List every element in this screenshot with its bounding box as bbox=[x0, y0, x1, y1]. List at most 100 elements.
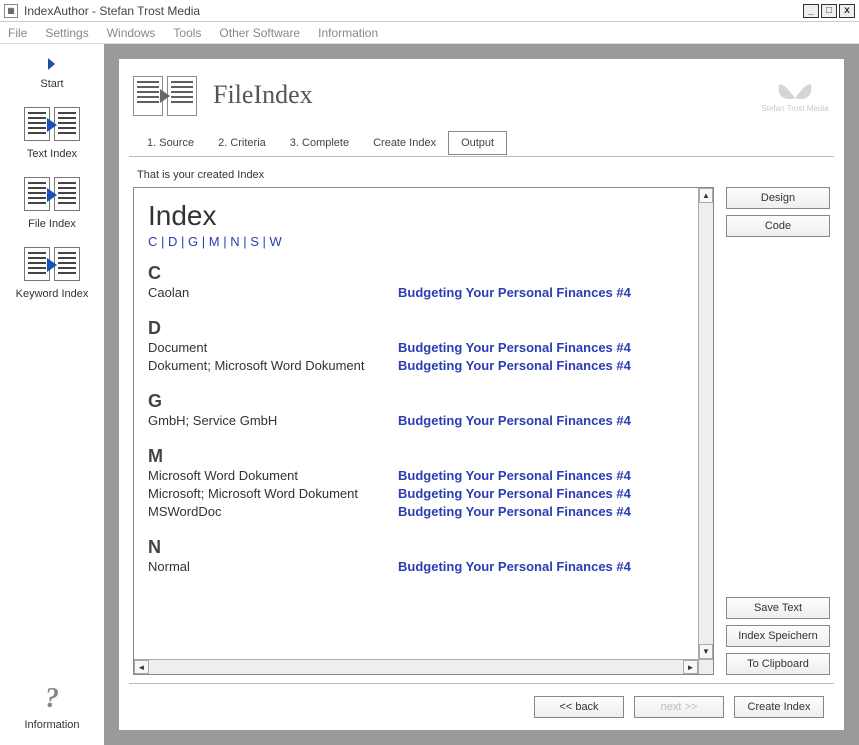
index-row: NormalBudgeting Your Personal Finances #… bbox=[148, 558, 699, 576]
menu-windows[interactable]: Windows bbox=[107, 26, 156, 40]
caption-text: That is your created Index bbox=[129, 157, 834, 187]
index-reference-link[interactable]: Budgeting Your Personal Finances #4 bbox=[398, 503, 699, 521]
tab-complete[interactable]: 3. Complete bbox=[278, 131, 361, 155]
brand-text: Stefan Trost Media bbox=[761, 104, 828, 113]
index-section: NNormalBudgeting Your Personal Finances … bbox=[148, 537, 699, 576]
tab-create-index[interactable]: Create Index bbox=[361, 131, 448, 155]
index-term: Dokument; Microsoft Word Dokument bbox=[148, 357, 398, 375]
index-section: DDocumentBudgeting Your Personal Finance… bbox=[148, 318, 699, 375]
documents-icon bbox=[24, 174, 80, 214]
app-icon: ▦ bbox=[4, 4, 18, 18]
titlebar: ▦ IndexAuthor - Stefan Trost Media _ □ x bbox=[0, 0, 859, 22]
index-letter-link[interactable]: W bbox=[269, 234, 281, 249]
menu-information[interactable]: Information bbox=[318, 26, 378, 40]
create-index-button[interactable]: Create Index bbox=[734, 696, 824, 718]
code-button[interactable]: Code bbox=[726, 215, 830, 237]
documents-icon bbox=[24, 244, 80, 284]
tab-output[interactable]: Output bbox=[448, 131, 507, 155]
index-letter-link[interactable]: C bbox=[148, 234, 157, 249]
index-preview-frame: IndexC | D | G | M | N | S | WCCaolanBud… bbox=[133, 187, 714, 675]
sidebar-item-start[interactable]: Start bbox=[40, 54, 63, 90]
sidebar: Start Text Index File Index Keyword Inde… bbox=[0, 44, 104, 745]
index-reference-link[interactable]: Budgeting Your Personal Finances #4 bbox=[398, 485, 699, 503]
tab-criteria[interactable]: 2. Criteria bbox=[206, 131, 278, 155]
scroll-track[interactable] bbox=[699, 203, 713, 644]
sidebar-item-label: Start bbox=[40, 78, 63, 90]
index-reference-link[interactable]: Budgeting Your Personal Finances #4 bbox=[398, 412, 699, 430]
index-title: Index bbox=[148, 200, 699, 232]
index-row: Microsoft; Microsoft Word DokumentBudget… bbox=[148, 485, 699, 503]
close-button[interactable]: x bbox=[839, 4, 855, 18]
vertical-scrollbar[interactable]: ▲ ▼ bbox=[698, 188, 713, 659]
menubar: File Settings Windows Tools Other Softwa… bbox=[0, 22, 859, 44]
index-reference-link[interactable]: Budgeting Your Personal Finances #4 bbox=[398, 467, 699, 485]
index-section-letter: N bbox=[148, 537, 699, 558]
index-row: DocumentBudgeting Your Personal Finances… bbox=[148, 339, 699, 357]
next-button: next >> bbox=[634, 696, 724, 718]
index-section: GGmbH; Service GmbHBudgeting Your Person… bbox=[148, 391, 699, 430]
brand-logo: Stefan Trost Media bbox=[760, 75, 830, 115]
index-letter-nav: C | D | G | M | N | S | W bbox=[148, 234, 699, 249]
tab-source[interactable]: 1. Source bbox=[135, 131, 206, 155]
index-reference-link[interactable]: Budgeting Your Personal Finances #4 bbox=[398, 558, 699, 576]
panel-header: FileIndex Stefan Trost Media bbox=[129, 67, 834, 129]
index-term: GmbH; Service GmbH bbox=[148, 412, 398, 430]
index-reference-link[interactable]: Budgeting Your Personal Finances #4 bbox=[398, 339, 699, 357]
play-icon bbox=[48, 58, 55, 70]
maximize-button[interactable]: □ bbox=[821, 4, 837, 18]
index-term: Document bbox=[148, 339, 398, 357]
scroll-track[interactable] bbox=[149, 660, 683, 674]
index-section-letter: G bbox=[148, 391, 699, 412]
scroll-corner bbox=[698, 659, 713, 674]
index-section-letter: D bbox=[148, 318, 699, 339]
index-term: MSWordDoc bbox=[148, 503, 398, 521]
index-letter-link[interactable]: S bbox=[250, 234, 259, 249]
index-term: Caolan bbox=[148, 284, 398, 302]
index-letter-link[interactable]: N bbox=[230, 234, 239, 249]
question-icon: ? bbox=[45, 683, 59, 715]
window-controls: _ □ x bbox=[801, 4, 855, 18]
menu-file[interactable]: File bbox=[8, 26, 27, 40]
horizontal-scrollbar[interactable]: ◄ ► bbox=[134, 659, 698, 674]
index-letter-link[interactable]: M bbox=[209, 234, 220, 249]
documents-icon bbox=[24, 104, 80, 144]
documents-icon bbox=[133, 73, 197, 117]
index-letter-link[interactable]: D bbox=[168, 234, 177, 249]
scroll-right-button[interactable]: ► bbox=[683, 660, 698, 674]
minimize-button[interactable]: _ bbox=[803, 4, 819, 18]
index-section-letter: M bbox=[148, 446, 699, 467]
sidebar-item-label: Text Index bbox=[27, 148, 77, 160]
index-row: Dokument; Microsoft Word DokumentBudgeti… bbox=[148, 357, 699, 375]
sidebar-item-file-index[interactable]: File Index bbox=[24, 174, 80, 230]
tab-bar: 1. Source 2. Criteria 3. Complete Create… bbox=[129, 129, 834, 157]
scroll-left-button[interactable]: ◄ bbox=[134, 660, 149, 674]
sidebar-item-information[interactable]: ? Information bbox=[24, 683, 79, 731]
sidebar-item-keyword-index[interactable]: Keyword Index bbox=[16, 244, 89, 300]
to-clipboard-button[interactable]: To Clipboard bbox=[726, 653, 830, 675]
main-panel: FileIndex Stefan Trost Media 1. Source 2… bbox=[118, 58, 845, 731]
index-reference-link[interactable]: Budgeting Your Personal Finances #4 bbox=[398, 284, 699, 302]
main-row: IndexC | D | G | M | N | S | WCCaolanBud… bbox=[129, 187, 834, 675]
right-button-column: Design Code Save Text Index Speichern To… bbox=[726, 187, 830, 675]
index-letter-link[interactable]: G bbox=[188, 234, 198, 249]
sidebar-item-text-index[interactable]: Text Index bbox=[24, 104, 80, 160]
save-text-button[interactable]: Save Text bbox=[726, 597, 830, 619]
page-title: FileIndex bbox=[213, 80, 313, 110]
menu-other-software[interactable]: Other Software bbox=[219, 26, 300, 40]
menu-settings[interactable]: Settings bbox=[45, 26, 88, 40]
index-reference-link[interactable]: Budgeting Your Personal Finances #4 bbox=[398, 357, 699, 375]
index-section: CCaolanBudgeting Your Personal Finances … bbox=[148, 263, 699, 302]
workspace: Start Text Index File Index Keyword Inde… bbox=[0, 44, 859, 745]
back-button[interactable]: << back bbox=[534, 696, 624, 718]
index-section: MMicrosoft Word DokumentBudgeting Your P… bbox=[148, 446, 699, 521]
scroll-down-button[interactable]: ▼ bbox=[699, 644, 713, 659]
design-button[interactable]: Design bbox=[726, 187, 830, 209]
sidebar-item-label: Information bbox=[24, 719, 79, 731]
menu-tools[interactable]: Tools bbox=[173, 26, 201, 40]
index-preview: IndexC | D | G | M | N | S | WCCaolanBud… bbox=[134, 188, 713, 659]
index-speichern-button[interactable]: Index Speichern bbox=[726, 625, 830, 647]
wizard-footer: << back next >> Create Index bbox=[129, 683, 834, 722]
index-term: Microsoft Word Dokument bbox=[148, 467, 398, 485]
scroll-up-button[interactable]: ▲ bbox=[699, 188, 713, 203]
sidebar-item-label: Keyword Index bbox=[16, 288, 89, 300]
